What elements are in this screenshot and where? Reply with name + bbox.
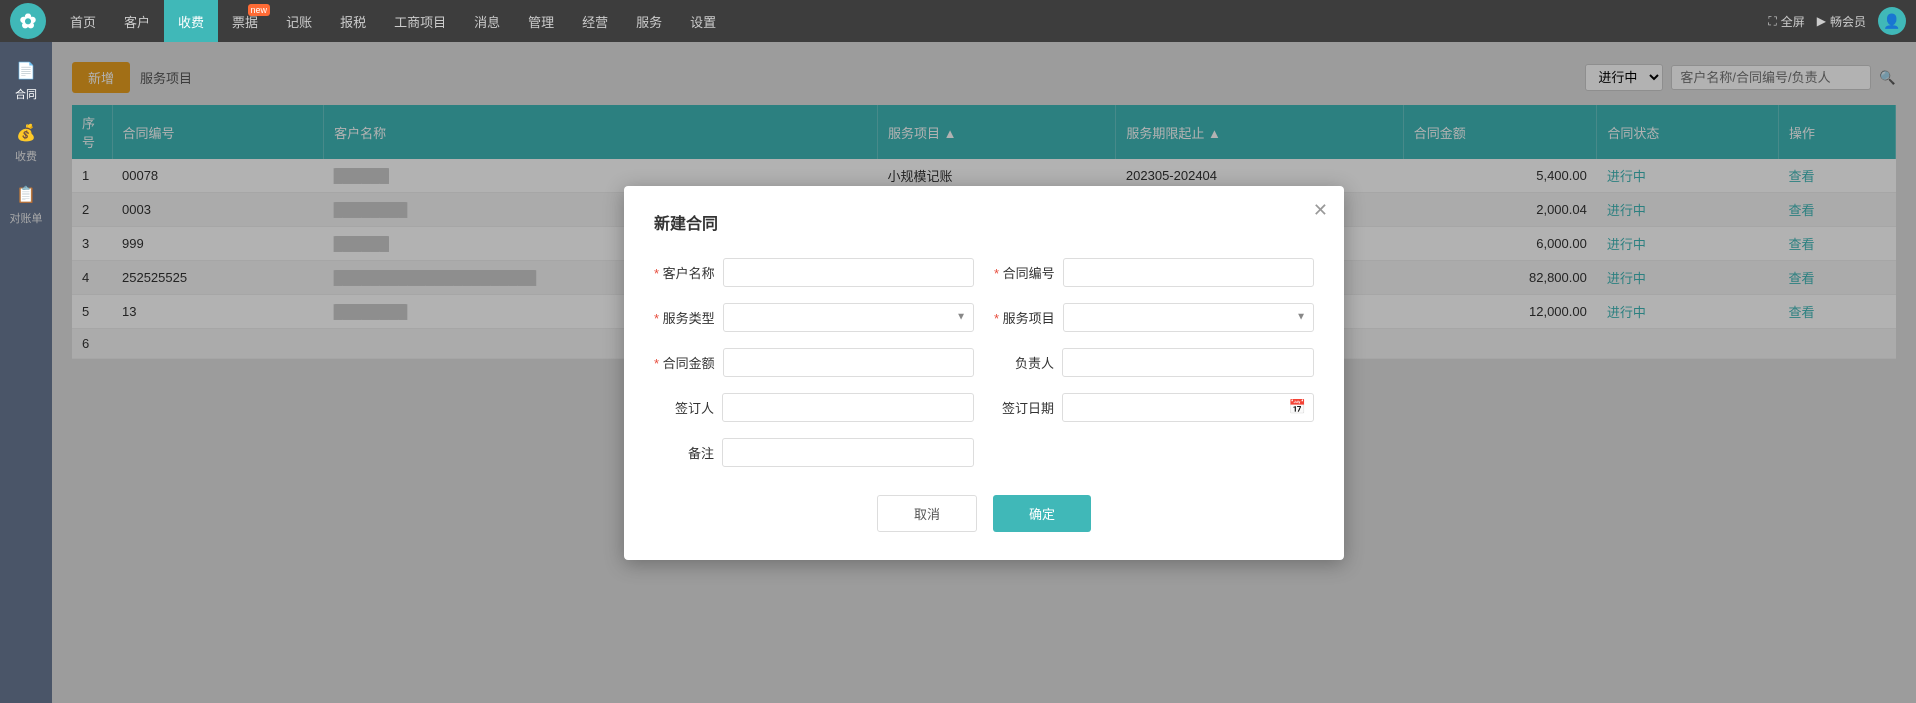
billing-icon: 💰 [15, 122, 37, 144]
form-row-5: 备注 [654, 438, 1314, 467]
form-group-sign-date: 签订日期 2023-06-06 📅 [994, 393, 1314, 422]
form-row-1: 客户名称 合同编号 [654, 258, 1314, 287]
fullscreen-icon: ⛶ [1768, 14, 1776, 29]
contract-no-input[interactable] [1063, 258, 1314, 287]
main-layout: 📄 合同 💰 收费 📋 对账单 新增 服务项目 进行中 已完成 已终止 [0, 42, 1916, 703]
nav-customer[interactable]: 客户 [110, 0, 164, 42]
form-group-responsible: 负责人 [994, 348, 1314, 377]
nav-home[interactable]: 首页 [56, 0, 110, 42]
cancel-button[interactable]: 取消 [877, 495, 977, 532]
sidebar: 📄 合同 💰 收费 📋 对账单 [0, 42, 52, 703]
nav-business[interactable]: 工商项目 [380, 0, 460, 42]
nav-tax[interactable]: 报税 [326, 0, 380, 42]
notes-input[interactable] [722, 438, 974, 467]
nav-invoice[interactable]: 票据 new [218, 0, 272, 42]
new-badge: new [248, 4, 271, 16]
amount-label: 合同金额 [654, 353, 715, 372]
nav-bookkeeping[interactable]: 记账 [272, 0, 326, 42]
signer-label: 签订人 [654, 398, 714, 417]
service-item-wrapper [1063, 303, 1314, 332]
new-contract-modal: 新建合同 ✕ 客户名称 合同编号 服务类型 [624, 186, 1344, 560]
service-type-label: 服务类型 [654, 308, 715, 327]
customer-name-input[interactable] [723, 258, 974, 287]
notes-label: 备注 [654, 443, 714, 462]
form-group-service-type: 服务类型 [654, 303, 974, 332]
fullscreen-button[interactable]: ⛶ 全屏 [1768, 13, 1804, 30]
top-nav: ✿ 首页 客户 收费 票据 new 记账 报税 工商项目 消息 管理 经营 服务… [0, 0, 1916, 42]
vip-button[interactable]: ▶ 畅会员 [1817, 13, 1866, 30]
responsible-input[interactable] [1062, 348, 1314, 377]
customer-label: 客户名称 [654, 263, 715, 282]
avatar[interactable]: 👤 [1878, 7, 1906, 35]
nav-service[interactable]: 服务 [622, 0, 676, 42]
nav-operation[interactable]: 经营 [568, 0, 622, 42]
top-nav-right: ⛶ 全屏 ▶ 畅会员 👤 [1768, 7, 1906, 35]
modal-footer: 取消 确定 [654, 495, 1314, 532]
sign-date-label: 签订日期 [994, 398, 1054, 417]
nav-management[interactable]: 管理 [514, 0, 568, 42]
form-group-amount: 合同金额 0.00 [654, 348, 974, 377]
confirm-button[interactable]: 确定 [993, 495, 1091, 532]
content-area: 新增 服务项目 进行中 已完成 已终止 🔍 序号 合同编号 客户 [52, 42, 1916, 703]
form-group-customer: 客户名称 [654, 258, 974, 287]
service-type-select[interactable] [723, 303, 974, 332]
sign-date-input[interactable]: 2023-06-06 [1062, 393, 1314, 422]
sidebar-item-statement[interactable]: 📋 对账单 [0, 176, 52, 234]
logo: ✿ [10, 3, 46, 39]
vip-icon: ▶ [1817, 14, 1826, 28]
amount-input[interactable]: 0.00 [723, 348, 974, 377]
responsible-label: 负责人 [994, 353, 1054, 372]
form-row-2: 服务类型 服务项目 [654, 303, 1314, 332]
form-group-contract-no: 合同编号 [994, 258, 1314, 287]
modal-close-button[interactable]: ✕ [1313, 200, 1328, 221]
sign-date-wrapper: 2023-06-06 📅 [1062, 393, 1314, 422]
contract-icon: 📄 [15, 60, 37, 82]
form-row-3: 合同金额 0.00 负责人 [654, 348, 1314, 377]
contract-no-label: 合同编号 [994, 263, 1055, 282]
nav-message[interactable]: 消息 [460, 0, 514, 42]
form-group-notes: 备注 [654, 438, 974, 467]
form-group-service-item: 服务项目 [994, 303, 1314, 332]
signer-input[interactable] [722, 393, 974, 422]
statement-icon: 📋 [15, 184, 37, 206]
service-item-select[interactable] [1063, 303, 1314, 332]
modal-title: 新建合同 [654, 210, 1314, 234]
sidebar-item-billing[interactable]: 💰 收费 [0, 114, 52, 172]
sidebar-item-contract[interactable]: 📄 合同 [0, 52, 52, 110]
form-group-signer: 签订人 [654, 393, 974, 422]
form-row-4: 签订人 签订日期 2023-06-06 📅 [654, 393, 1314, 422]
nav-billing[interactable]: 收费 [164, 0, 218, 42]
service-type-wrapper [723, 303, 974, 332]
service-item-label: 服务项目 [994, 308, 1055, 327]
nav-settings[interactable]: 设置 [676, 0, 730, 42]
modal-overlay: 新建合同 ✕ 客户名称 合同编号 服务类型 [52, 42, 1916, 703]
nav-items: 首页 客户 收费 票据 new 记账 报税 工商项目 消息 管理 经营 服务 设… [56, 0, 1768, 42]
